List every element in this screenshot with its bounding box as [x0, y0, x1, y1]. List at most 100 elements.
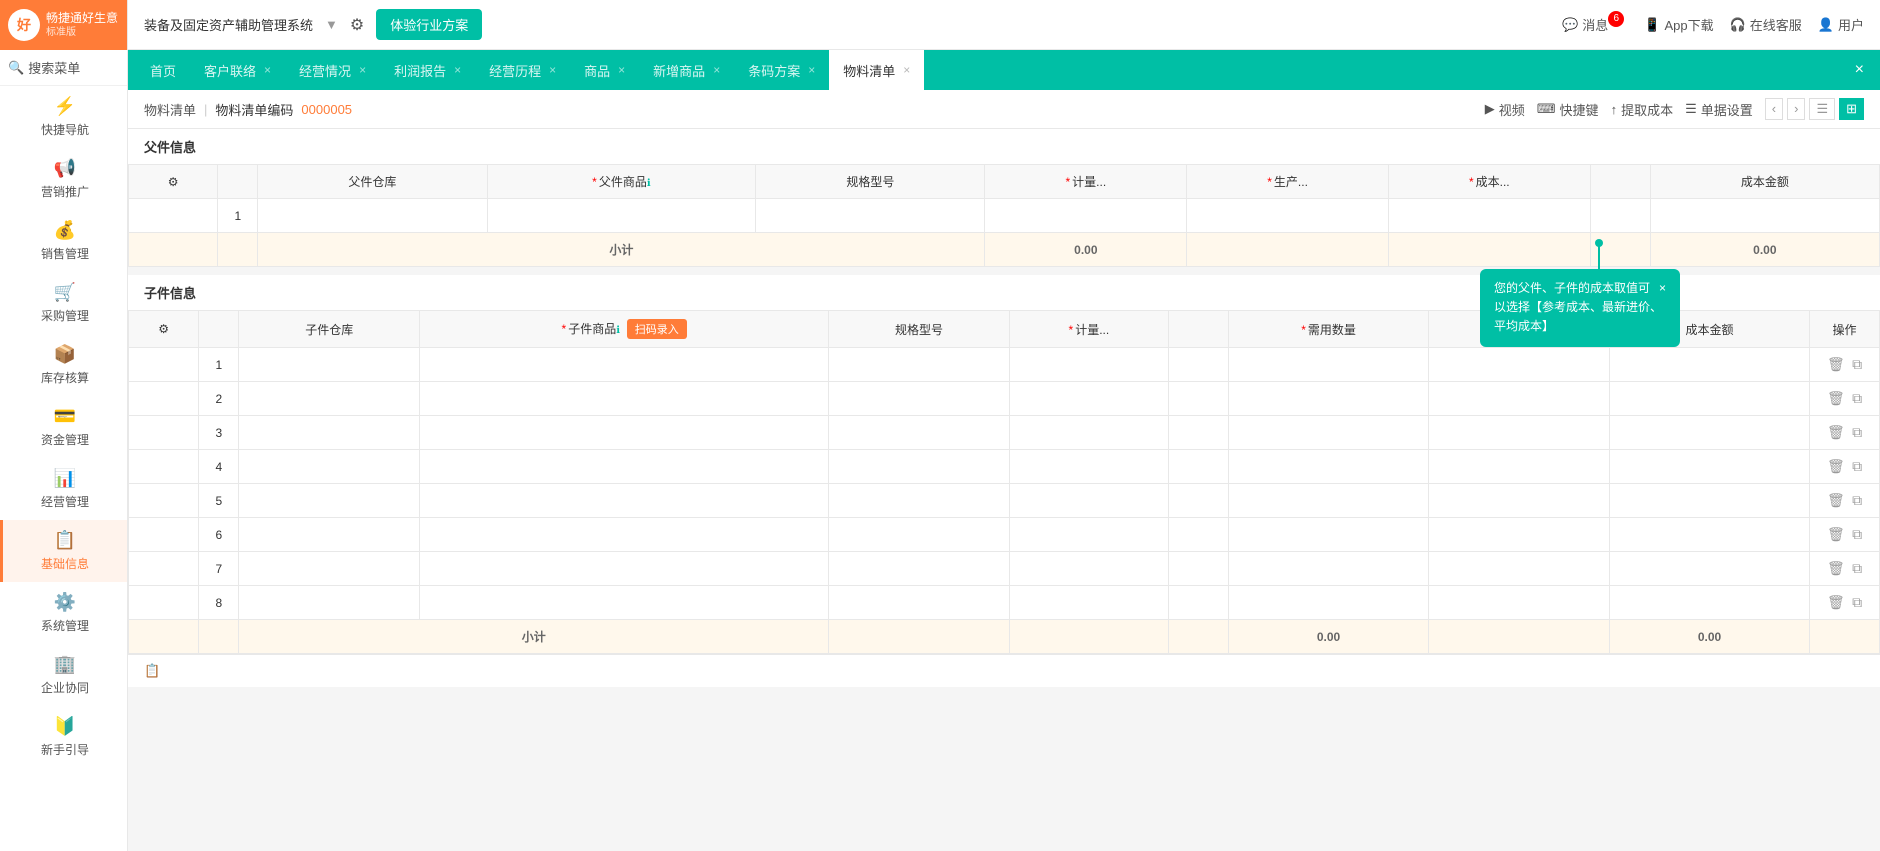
- sidebar-item-quick-nav[interactable]: ⚡ 快捷导航: [0, 86, 127, 148]
- child-row-goods[interactable]: [420, 382, 829, 416]
- copy-icon[interactable]: ⧉: [1852, 458, 1862, 474]
- online-service-action[interactable]: 🎧 在线客服: [1730, 15, 1802, 34]
- sidebar-search[interactable]: 🔍 搜索菜单: [0, 50, 127, 86]
- child-row-goods[interactable]: [420, 518, 829, 552]
- child-row-goods[interactable]: [420, 348, 829, 382]
- child-row-qty[interactable]: [1228, 450, 1428, 484]
- tab-new-goods[interactable]: 新增商品 ×: [639, 50, 734, 90]
- user-action[interactable]: 👤 用户: [1818, 15, 1864, 34]
- trial-button[interactable]: 体验行业方案: [376, 9, 482, 40]
- prev-icon[interactable]: ‹: [1765, 98, 1783, 120]
- app-download-action[interactable]: 📱 App下载: [1644, 15, 1713, 34]
- delete-icon[interactable]: 🗑: [1827, 526, 1845, 542]
- tab-bom-close[interactable]: ×: [903, 63, 910, 77]
- tab-new-goods-close[interactable]: ×: [713, 63, 720, 77]
- list-view-icon[interactable]: ☰: [1809, 98, 1835, 120]
- copy-icon[interactable]: ⧉: [1852, 560, 1862, 576]
- child-col-setting[interactable]: ⚙: [129, 311, 199, 348]
- tab-customer-close[interactable]: ×: [264, 63, 271, 77]
- sidebar-item-finance[interactable]: 💳 资金管理: [0, 396, 127, 458]
- child-row-qty[interactable]: [1228, 348, 1428, 382]
- copy-icon[interactable]: ⧉: [1852, 390, 1862, 406]
- sidebar-item-guide[interactable]: 🔰 新手引导: [0, 706, 127, 768]
- copy-icon[interactable]: ⧉: [1852, 492, 1862, 508]
- sidebar-item-marketing[interactable]: 📢 营销推广: [0, 148, 127, 210]
- grid-view-icon[interactable]: ⊞: [1839, 98, 1864, 120]
- child-row-spec[interactable]: [829, 586, 1010, 620]
- tab-barcode[interactable]: 条码方案 ×: [734, 50, 829, 90]
- delete-icon[interactable]: 🗑: [1827, 560, 1845, 576]
- child-row-unit[interactable]: [1009, 450, 1168, 484]
- single-settings-action[interactable]: ☰ 单据设置: [1685, 100, 1753, 119]
- sidebar-item-sales[interactable]: 💰 销售管理: [0, 210, 127, 272]
- child-row-unit[interactable]: [1009, 416, 1168, 450]
- copy-icon[interactable]: ⧉: [1852, 424, 1862, 440]
- dropdown-icon[interactable]: ▼: [325, 17, 338, 32]
- delete-icon[interactable]: 🗑: [1827, 356, 1845, 372]
- parent-col-setting[interactable]: ⚙: [129, 165, 218, 199]
- child-row-qty[interactable]: [1228, 382, 1428, 416]
- parent-row-unit[interactable]: [985, 199, 1187, 233]
- child-row-spec[interactable]: [829, 416, 1010, 450]
- tab-ops-status-close[interactable]: ×: [359, 63, 366, 77]
- tab-profit-close[interactable]: ×: [454, 63, 461, 77]
- child-row-spec[interactable]: [829, 348, 1010, 382]
- parent-row-warehouse[interactable]: [258, 199, 487, 233]
- child-row-spec[interactable]: [829, 552, 1010, 586]
- child-row-warehouse[interactable]: [239, 552, 420, 586]
- child-row-warehouse[interactable]: [239, 484, 420, 518]
- tab-profit[interactable]: 利润报告 ×: [380, 50, 475, 90]
- sidebar-item-basic-info[interactable]: 📋 基础信息: [0, 520, 127, 582]
- breadcrumb-item1[interactable]: 物料清单: [144, 100, 196, 119]
- child-row-qty[interactable]: [1228, 552, 1428, 586]
- child-row-unit[interactable]: [1009, 586, 1168, 620]
- delete-icon[interactable]: 🗑: [1827, 594, 1845, 610]
- sidebar-item-operations[interactable]: 📊 经营管理: [0, 458, 127, 520]
- child-row-spec[interactable]: [829, 484, 1010, 518]
- child-row-warehouse[interactable]: [239, 518, 420, 552]
- child-row-unit[interactable]: [1009, 484, 1168, 518]
- sidebar-item-purchase[interactable]: 🛒 采购管理: [0, 272, 127, 334]
- tab-goods-close[interactable]: ×: [618, 63, 625, 77]
- tab-home[interactable]: 首页: [136, 50, 190, 90]
- child-row-spec[interactable]: [829, 518, 1010, 552]
- child-row-qty[interactable]: [1228, 518, 1428, 552]
- message-action[interactable]: 💬 消息 6: [1562, 15, 1628, 34]
- child-row-spec[interactable]: [829, 382, 1010, 416]
- copy-icon[interactable]: ⧉: [1852, 526, 1862, 542]
- child-row-warehouse[interactable]: [239, 416, 420, 450]
- delete-icon[interactable]: 🗑: [1827, 492, 1845, 508]
- settings-gear-icon[interactable]: ⚙: [350, 15, 364, 35]
- tab-ops-history-close[interactable]: ×: [549, 63, 556, 77]
- child-row-goods[interactable]: [420, 484, 829, 518]
- child-row-goods[interactable]: [420, 586, 829, 620]
- tab-barcode-close[interactable]: ×: [808, 63, 815, 77]
- extract-cost-action[interactable]: ↑ 提取成本: [1611, 100, 1674, 119]
- scan-button[interactable]: 扫码录入: [627, 319, 687, 339]
- child-row-warehouse[interactable]: [239, 586, 420, 620]
- copy-icon[interactable]: ⧉: [1852, 594, 1862, 610]
- delete-icon[interactable]: 🗑: [1827, 424, 1845, 440]
- sidebar-item-system[interactable]: ⚙️ 系统管理: [0, 582, 127, 644]
- tabbar-close-button[interactable]: ×: [1847, 61, 1872, 79]
- sidebar-item-inventory[interactable]: 📦 库存核算: [0, 334, 127, 396]
- tab-goods[interactable]: 商品 ×: [570, 50, 639, 90]
- child-row-qty[interactable]: [1228, 586, 1428, 620]
- child-row-warehouse[interactable]: [239, 348, 420, 382]
- parent-row-produce[interactable]: [1187, 199, 1389, 233]
- tab-ops-history[interactable]: 经营历程 ×: [475, 50, 570, 90]
- child-row-goods[interactable]: [420, 552, 829, 586]
- shortcut-action[interactable]: ⌨ 快捷键: [1537, 100, 1599, 119]
- tab-customer[interactable]: 客户联络 ×: [190, 50, 285, 90]
- parent-row-cost[interactable]: [1388, 199, 1590, 233]
- tab-bom[interactable]: 物料清单 ×: [829, 50, 924, 90]
- copy-icon[interactable]: ⧉: [1852, 356, 1862, 372]
- child-row-warehouse[interactable]: [239, 450, 420, 484]
- sidebar-item-enterprise[interactable]: 🏢 企业协同: [0, 644, 127, 706]
- child-row-qty[interactable]: [1228, 484, 1428, 518]
- child-row-unit[interactable]: [1009, 382, 1168, 416]
- tooltip-close-button[interactable]: ×: [1659, 279, 1666, 298]
- parent-row-spec[interactable]: [756, 199, 985, 233]
- child-row-unit[interactable]: [1009, 518, 1168, 552]
- child-row-unit[interactable]: [1009, 348, 1168, 382]
